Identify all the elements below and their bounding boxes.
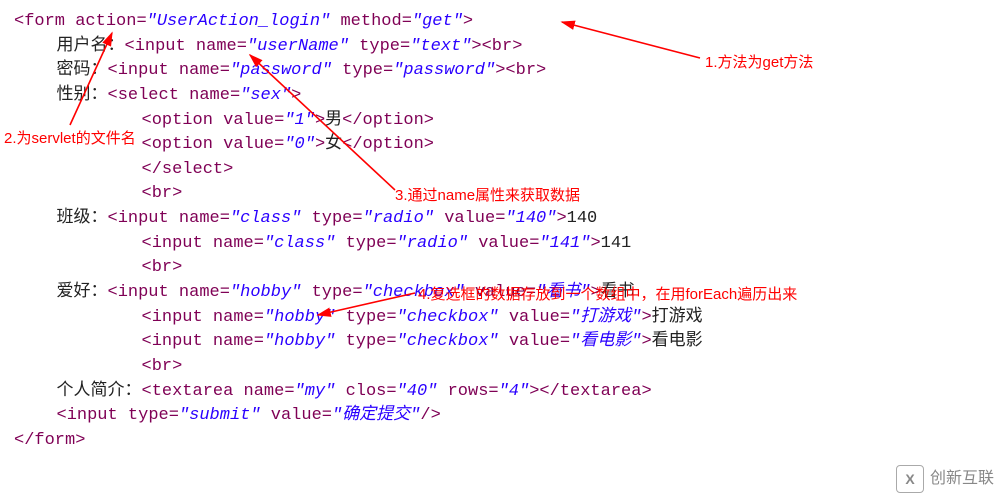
tag-form-open: <form: [14, 12, 75, 31]
watermark-logo: X 创新互联: [896, 465, 994, 493]
code-line-15: <br>: [14, 355, 990, 380]
code-line-13: <input name="hobby" type="checkbox" valu…: [14, 306, 990, 331]
code-line-6: <option value="0">女</option>: [14, 133, 990, 158]
code-line-16: 个人简介：<textarea name="my" clos="40" rows=…: [14, 380, 990, 405]
tag-form-close: </form>: [14, 431, 85, 450]
code-line-17: <input type="submit" value="确定提交"/>: [14, 404, 990, 429]
annotation-4: 4.复选框的数据存放到一个数组中，在用forEach遍历出来: [418, 284, 797, 306]
code-line-5: <option value="1">男</option>: [14, 109, 990, 134]
annotation-3: 3.通过name属性来获取数据: [395, 185, 580, 207]
code-line-10: <input name="class" type="radio" value="…: [14, 232, 990, 257]
code-line-4: 性别：<select name="sex">: [14, 84, 990, 109]
annotation-2: 2.为servlet的文件名: [4, 128, 136, 150]
code-line-3: 密码：<input name="password" type="password…: [14, 59, 990, 84]
watermark-logo-icon: X: [896, 465, 924, 493]
watermark-logo-text: 创新互联: [930, 467, 994, 490]
code-line-9: 班级：<input name="class" type="radio" valu…: [14, 207, 990, 232]
code-line-18: </form>: [14, 429, 990, 454]
annotation-1: 1.方法为get方法: [705, 52, 813, 74]
code-line-2: 用户名：<input name="userName" type="text"><…: [14, 35, 990, 60]
code-line-11: <br>: [14, 256, 990, 281]
code-line-1: <form action="UserAction_login" method="…: [14, 10, 990, 35]
code-line-14: <input name="hobby" type="checkbox" valu…: [14, 330, 990, 355]
code-line-7: </select>: [14, 158, 990, 183]
